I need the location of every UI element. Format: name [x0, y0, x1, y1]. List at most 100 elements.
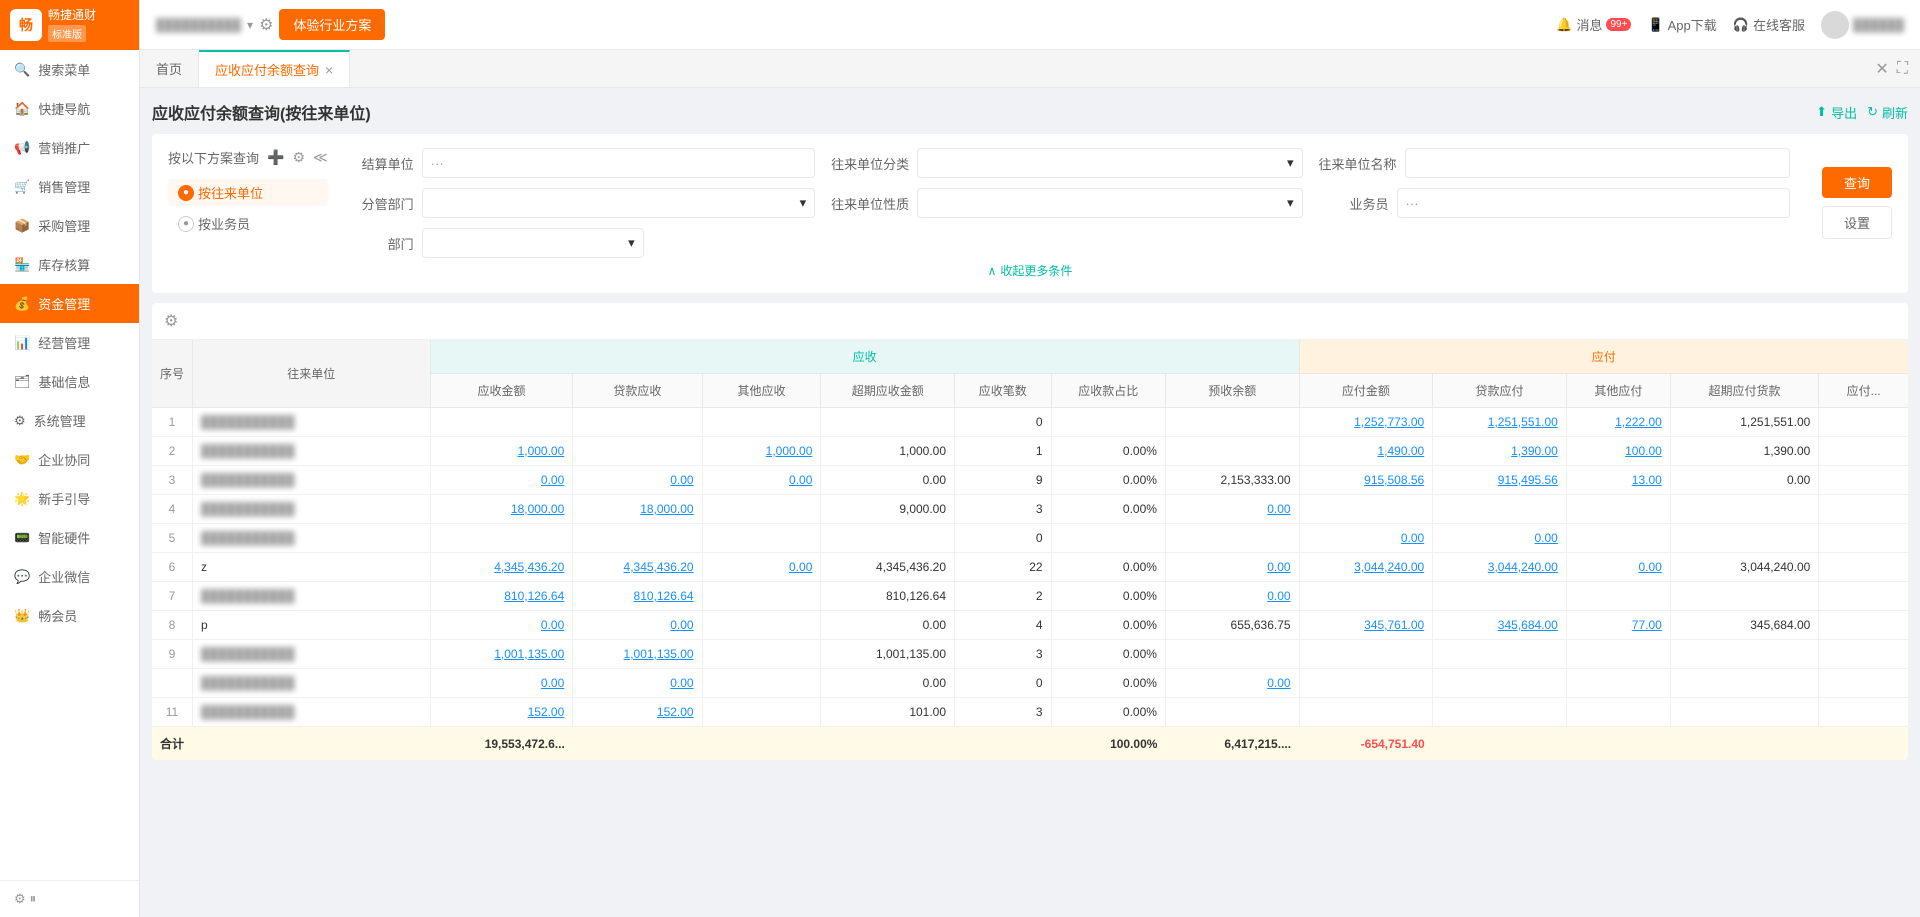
collapse-sidebar-btn[interactable]: ⏸	[30, 891, 37, 907]
row-ratio	[1051, 408, 1165, 437]
sidebar-item-wechat[interactable]: 💬 企业微信	[0, 557, 139, 596]
subnav-by-unit[interactable]: ● 按往来单位	[168, 179, 328, 206]
close-window-icon[interactable]: ✕	[1875, 59, 1888, 79]
sidebar-item-sales[interactable]: 🛒 销售管理	[0, 167, 139, 206]
row-advance	[1165, 698, 1299, 727]
row-no: 2	[152, 437, 193, 466]
by-unit-icon: ●	[178, 185, 194, 201]
row-payable	[1299, 495, 1433, 524]
unit-category-select[interactable]: ▾	[917, 148, 1302, 178]
sidebar-item-finance[interactable]: 💰 资金管理	[0, 284, 139, 323]
sidebar-item-search[interactable]: 🔍 搜索菜单	[0, 50, 139, 89]
row-advance	[1165, 524, 1299, 553]
user-name: ██████	[1853, 18, 1904, 32]
settlement-unit-input[interactable]: ···	[422, 148, 815, 178]
row-loan-pay: 0.00	[1433, 524, 1567, 553]
refresh-label: 刷新	[1882, 103, 1908, 122]
unit-name-label: 往来单位名称	[1319, 154, 1397, 173]
row-loan-pay: 1,251,551.00	[1433, 408, 1567, 437]
sidebar-item-basic[interactable]: 🗂 基础信息	[0, 362, 139, 401]
row-overdue-pay: 345,684.00	[1670, 611, 1819, 640]
sidebar-item-label: 基础信息	[39, 372, 91, 391]
tab-receivable[interactable]: 应收应付余额查询 ×	[199, 50, 350, 87]
row-loan-recv	[573, 408, 702, 437]
sidebar-item-system[interactable]: ⚙ 系统管理	[0, 401, 139, 440]
query-button[interactable]: 查询	[1822, 167, 1892, 198]
tab-close-icon[interactable]: ×	[325, 62, 333, 78]
export-btn[interactable]: ⬆ 导出	[1816, 103, 1857, 122]
row-ratio: 0.00%	[1051, 611, 1165, 640]
row-overdue-pay	[1670, 698, 1819, 727]
app-download-btn[interactable]: 📱 App下载	[1647, 15, 1716, 34]
sidebar-item-inventory[interactable]: 🏪 库存核算	[0, 245, 139, 284]
row-ratio: 0.00%	[1051, 553, 1165, 582]
row-payable-more	[1819, 698, 1908, 727]
sidebar-item-hardware[interactable]: 📟 智能硬件	[0, 518, 139, 557]
salesperson-input[interactable]: ···	[1397, 188, 1790, 218]
row-loan-pay	[1433, 669, 1567, 698]
row-count: 9	[955, 466, 1052, 495]
row-count: 0	[955, 669, 1052, 698]
row-loan-recv: 152.00	[573, 698, 702, 727]
department-select[interactable]: ▾	[422, 228, 644, 258]
sidebar-item-label: 采购管理	[38, 216, 90, 235]
row-loan-pay: 1,390.00	[1433, 437, 1567, 466]
sidebar-item-member[interactable]: 👑 畅会员	[0, 596, 139, 635]
setting-button[interactable]: 设置	[1822, 206, 1892, 239]
sidebar-item-business[interactable]: 📊 经营管理	[0, 323, 139, 362]
sidebar-item-collab[interactable]: 🤝 企业协同	[0, 440, 139, 479]
main-table: 序号 往来单位 应收 应付 应收金额 贷款应收 其他应收 超期应收金额 应收笔数	[152, 340, 1908, 760]
collab-icon: 🤝	[14, 452, 30, 468]
messages-btn[interactable]: 🔔 消息 99+	[1556, 15, 1631, 34]
settings-bottom-btn[interactable]: ⚙	[14, 891, 26, 907]
guide-icon: 🌟	[14, 491, 30, 507]
row-overdue-pay	[1670, 582, 1819, 611]
row-overdue-pay	[1670, 669, 1819, 698]
online-service-btn[interactable]: 🎧 在线客服	[1733, 15, 1805, 34]
nav-gear-icon[interactable]: ⚙	[259, 15, 273, 35]
sidebar-item-label: 智能硬件	[38, 528, 90, 547]
plan-button[interactable]: 体验行业方案	[279, 9, 385, 40]
chevron-down-icon[interactable]: ▾	[247, 18, 253, 32]
sidebar-item-guide[interactable]: 🌟 新手引导	[0, 479, 139, 518]
unit-name-input[interactable]	[1405, 148, 1790, 178]
row-ratio: 0.00%	[1051, 698, 1165, 727]
sidebar-item-marketing[interactable]: 📢 营销推广	[0, 128, 139, 167]
subnav-by-salesperson[interactable]: ● 按业务员	[168, 210, 328, 237]
arrow-left-icon[interactable]: ≪	[313, 149, 328, 166]
dropdown-icon: ▾	[1287, 195, 1294, 211]
footer-ratio: 100.00%	[1051, 727, 1165, 761]
tab-bar: 首页 应收应付余额查询 × ✕ ⛶	[140, 50, 1920, 88]
dept-select[interactable]: ▾	[422, 188, 815, 218]
search-panel-title: 按以下方案查询	[168, 148, 259, 167]
page-content: 应收应付余额查询(按往来单位) ⬆ 导出 ↻ 刷新	[140, 88, 1920, 917]
col-other-payable: 其他应付	[1566, 374, 1670, 408]
edit-scheme-icon[interactable]: ⚙	[292, 149, 305, 166]
row-loan-pay	[1433, 640, 1567, 669]
dropdown-icon: ▾	[628, 235, 635, 251]
col-partner: 往来单位	[193, 340, 431, 408]
sidebar-item-purchase[interactable]: 📦 采购管理	[0, 206, 139, 245]
unit-nature-select[interactable]: ▾	[917, 188, 1302, 218]
table-settings-icon[interactable]: ⚙	[164, 311, 178, 331]
messages-label: 消息	[1576, 15, 1602, 34]
search-field-unit-category: 往来单位分类 ▾	[831, 148, 1302, 178]
tab-home[interactable]: 首页	[140, 50, 199, 87]
search-field-unit-name: 往来单位名称	[1319, 148, 1790, 178]
sidebar-item-quicknav[interactable]: 🏠 快捷导航	[0, 89, 139, 128]
row-overdue-pay: 1,251,551.00	[1670, 408, 1819, 437]
row-overdue-pay: 1,390.00	[1670, 437, 1819, 466]
refresh-btn[interactable]: ↻ 刷新	[1867, 103, 1908, 122]
add-scheme-icon[interactable]: ➕	[267, 149, 284, 166]
user-profile-btn[interactable]: ██████	[1821, 11, 1904, 39]
row-loan-recv: 810,126.64	[573, 582, 702, 611]
row-ratio: 0.00%	[1051, 466, 1165, 495]
row-other-recv: 0.00	[702, 553, 821, 582]
sidebar-nav: 🔍 搜索菜单 🏠 快捷导航 📢 营销推广 🛒 销售管理 📦 采购管理 🏪	[0, 50, 139, 880]
row-ratio: 0.00%	[1051, 582, 1165, 611]
row-advance: 655,636.75	[1165, 611, 1299, 640]
maximize-icon[interactable]: ⛶	[1897, 60, 1908, 78]
footer-col	[1566, 727, 1670, 761]
row-other-pay	[1566, 582, 1670, 611]
collapse-more-conditions[interactable]: ∧ 收起更多条件	[168, 262, 1892, 279]
